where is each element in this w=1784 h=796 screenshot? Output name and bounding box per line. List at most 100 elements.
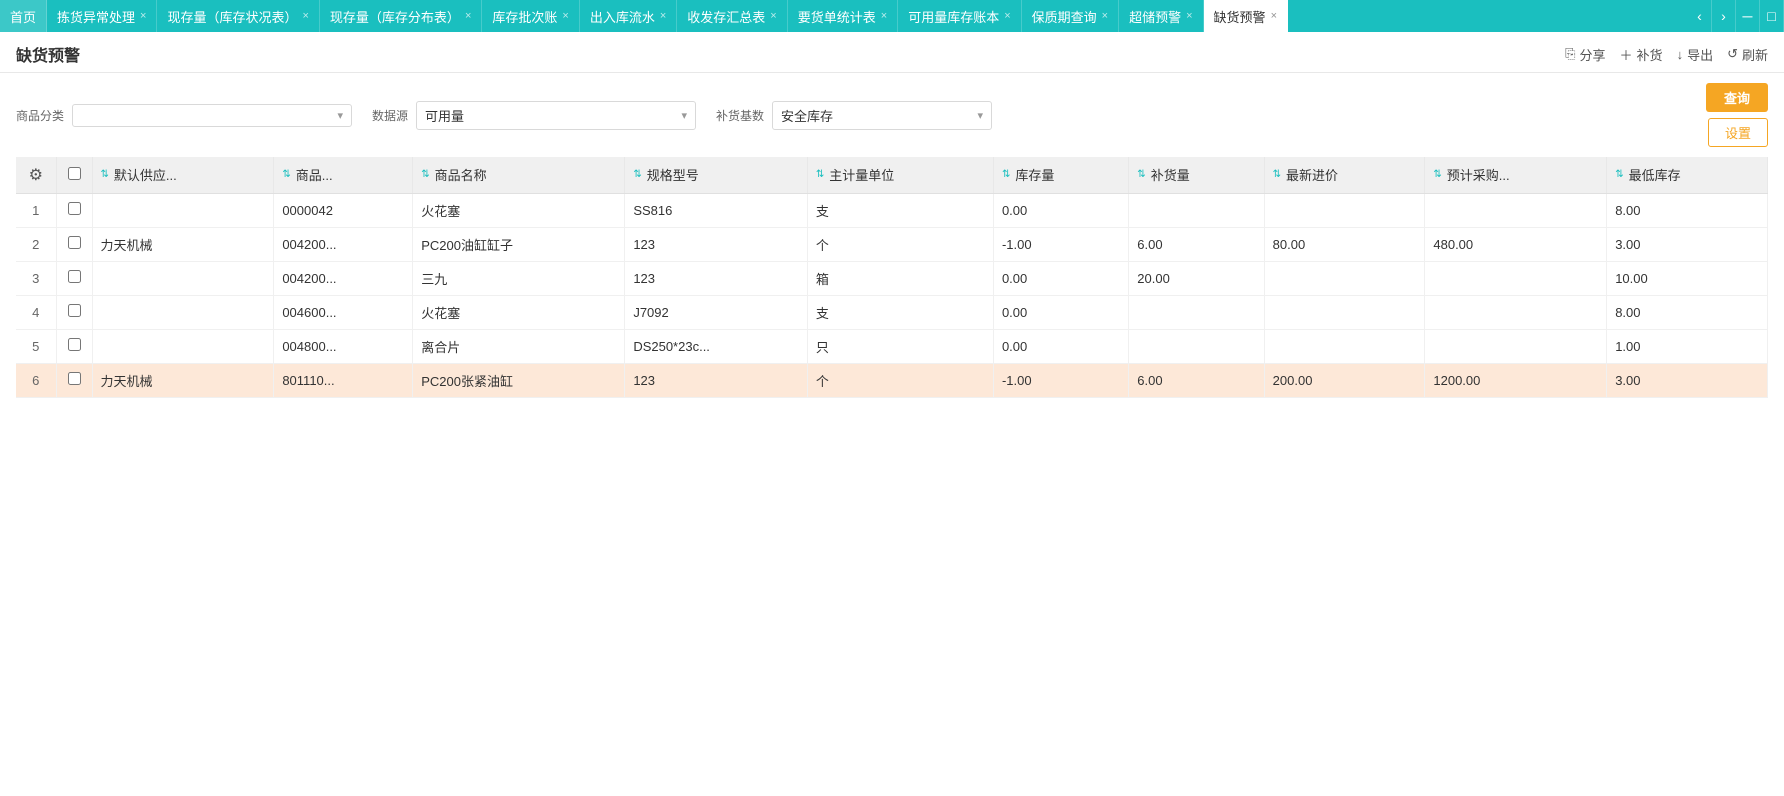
row-checkbox-input[interactable] [68,338,81,351]
tab-label-3: 现存量（库存分布表） [330,7,460,26]
tab-minimize-btn[interactable]: ─ [1736,0,1760,32]
min-stock-sort-icon: ⇅ [1615,169,1623,180]
row-checkbox-input[interactable] [68,372,81,385]
tab-close-4[interactable]: × [562,10,568,22]
col-name: ⇅ 商品名称 [413,157,625,193]
col-replenish-label: 补货量 [1151,165,1190,184]
col-code: ⇅ 商品... [274,157,413,193]
row-replenish: 6.00 [1129,227,1264,261]
tab-close-7[interactable]: × [881,10,887,22]
data-source-select[interactable]: 可用量 ▾ [416,101,696,130]
settings-button[interactable]: 设置 [1708,118,1768,147]
tab-label-10: 超储预警 [1129,7,1181,26]
row-index: 2 [16,227,56,261]
tab-item-0[interactable]: 首页 [0,0,47,32]
category-select[interactable]: ▾ [72,104,352,127]
row-min-stock: 8.00 [1607,295,1768,329]
col-stock: ⇅ 库存量 [993,157,1128,193]
select-all-checkbox[interactable] [68,167,81,180]
tab-item-1[interactable]: 拣货异常处理× [47,0,157,32]
header-actions: ⎘ 分享 ＋ 补货 ↓ 导出 ↺ 刷新 [1565,45,1768,64]
row-checkbox [56,295,92,329]
share-icon: ⎘ [1565,46,1575,62]
tab-item-7[interactable]: 要货单统计表× [788,0,898,32]
tab-item-5[interactable]: 出入库流水 × [580,0,677,32]
replenish-base-value: 安全库存 [781,106,833,125]
tab-close-2[interactable]: × [302,10,308,22]
category-dropdown-arrow-icon: ▾ [337,109,343,122]
tab-prev-btn[interactable]: ‹ [1688,0,1712,32]
row-supplier [92,193,274,227]
tab-next-btn[interactable]: › [1712,0,1736,32]
filter-bar: 商品分类 ▾ 数据源 可用量 ▾ 补货基数 安全库存 ▾ 查询 设置 [0,73,1784,157]
row-stock: 0.00 [993,295,1128,329]
row-checkbox [56,329,92,363]
col-gear[interactable]: ⚙ [16,157,56,193]
tab-label-5: 出入库流水 [590,7,655,26]
tab-item-2[interactable]: 现存量（库存状况表）× [157,0,319,32]
row-checkbox-input[interactable] [68,236,81,249]
table-row: 6力天机械801110...PC200张紧油缸123个-1.006.00200.… [16,363,1768,397]
row-estimated [1425,261,1607,295]
tab-close-9[interactable]: × [1102,10,1108,22]
replenish-base-select[interactable]: 安全库存 ▾ [772,101,992,130]
row-name: 离合片 [413,329,625,363]
tab-close-5[interactable]: × [660,10,666,22]
export-button[interactable]: ↓ 导出 [1677,45,1714,64]
row-replenish: 6.00 [1129,363,1264,397]
tab-item-8[interactable]: 可用量库存账本 × [898,0,1021,32]
col-min-stock-label: 最低库存 [1629,165,1681,184]
row-checkbox [56,363,92,397]
replenish-base-label: 补货基数 [716,107,764,124]
row-spec: J7092 [625,295,808,329]
tab-item-6[interactable]: 收发存汇总表× [677,0,787,32]
row-replenish [1129,295,1264,329]
col-unit-label: 主计量单位 [829,165,894,184]
tab-item-3[interactable]: 现存量（库存分布表） × [320,0,482,32]
row-name: 三九 [413,261,625,295]
replenish-icon: ＋ [1620,45,1633,64]
tab-close-6[interactable]: × [770,10,776,22]
row-unit: 支 [807,295,993,329]
row-code: 004600... [274,295,413,329]
tab-close-8[interactable]: × [1004,10,1010,22]
tab-item-10[interactable]: 超储预警 × [1119,0,1203,32]
row-index: 5 [16,329,56,363]
code-sort-icon: ⇅ [282,169,290,180]
row-unit: 只 [807,329,993,363]
query-button[interactable]: 查询 [1706,83,1768,112]
tab-close-3[interactable]: × [465,10,471,22]
row-checkbox-input[interactable] [68,270,81,283]
row-replenish [1129,193,1264,227]
row-stock: 0.00 [993,193,1128,227]
data-table: ⚙ ⇅ 默认供应... ⇅ 商品... [16,157,1768,398]
tab-item-4[interactable]: 库存批次账 × [482,0,579,32]
row-supplier: 力天机械 [92,227,274,261]
tab-item-9[interactable]: 保质期查询× [1022,0,1119,32]
data-source-dropdown-arrow-icon: ▾ [682,109,688,122]
table-container: ⚙ ⇅ 默认供应... ⇅ 商品... [0,157,1784,414]
tab-close-10[interactable]: × [1186,10,1192,22]
column-settings-icon[interactable]: ⚙ [29,165,43,185]
row-latest-price: 200.00 [1264,363,1425,397]
row-checkbox-input[interactable] [68,202,81,215]
tab-bar: 首页拣货异常处理×现存量（库存状况表）×现存量（库存分布表）×库存批次账×出入库… [0,0,1784,32]
refresh-icon: ↺ [1727,46,1738,62]
refresh-button[interactable]: ↺ 刷新 [1727,45,1768,64]
tab-close-11[interactable]: × [1271,10,1277,22]
tab-label-8: 可用量库存账本 [908,7,999,26]
row-stock: 0.00 [993,261,1128,295]
tab-close-1[interactable]: × [140,10,146,22]
data-source-label: 数据源 [372,107,408,124]
row-supplier [92,295,274,329]
replenish-button[interactable]: ＋ 补货 [1620,45,1663,64]
data-source-value: 可用量 [425,106,464,125]
tab-label-4: 库存批次账 [492,7,557,26]
share-button[interactable]: ⎘ 分享 [1565,45,1605,64]
tab-item-11[interactable]: 缺货预警× [1204,0,1288,32]
row-min-stock: 8.00 [1607,193,1768,227]
row-checkbox-input[interactable] [68,304,81,317]
tab-maximize-btn[interactable]: □ [1760,0,1784,32]
table-row: 10000042火花塞SS816支0.008.00 [16,193,1768,227]
row-spec: 123 [625,363,808,397]
